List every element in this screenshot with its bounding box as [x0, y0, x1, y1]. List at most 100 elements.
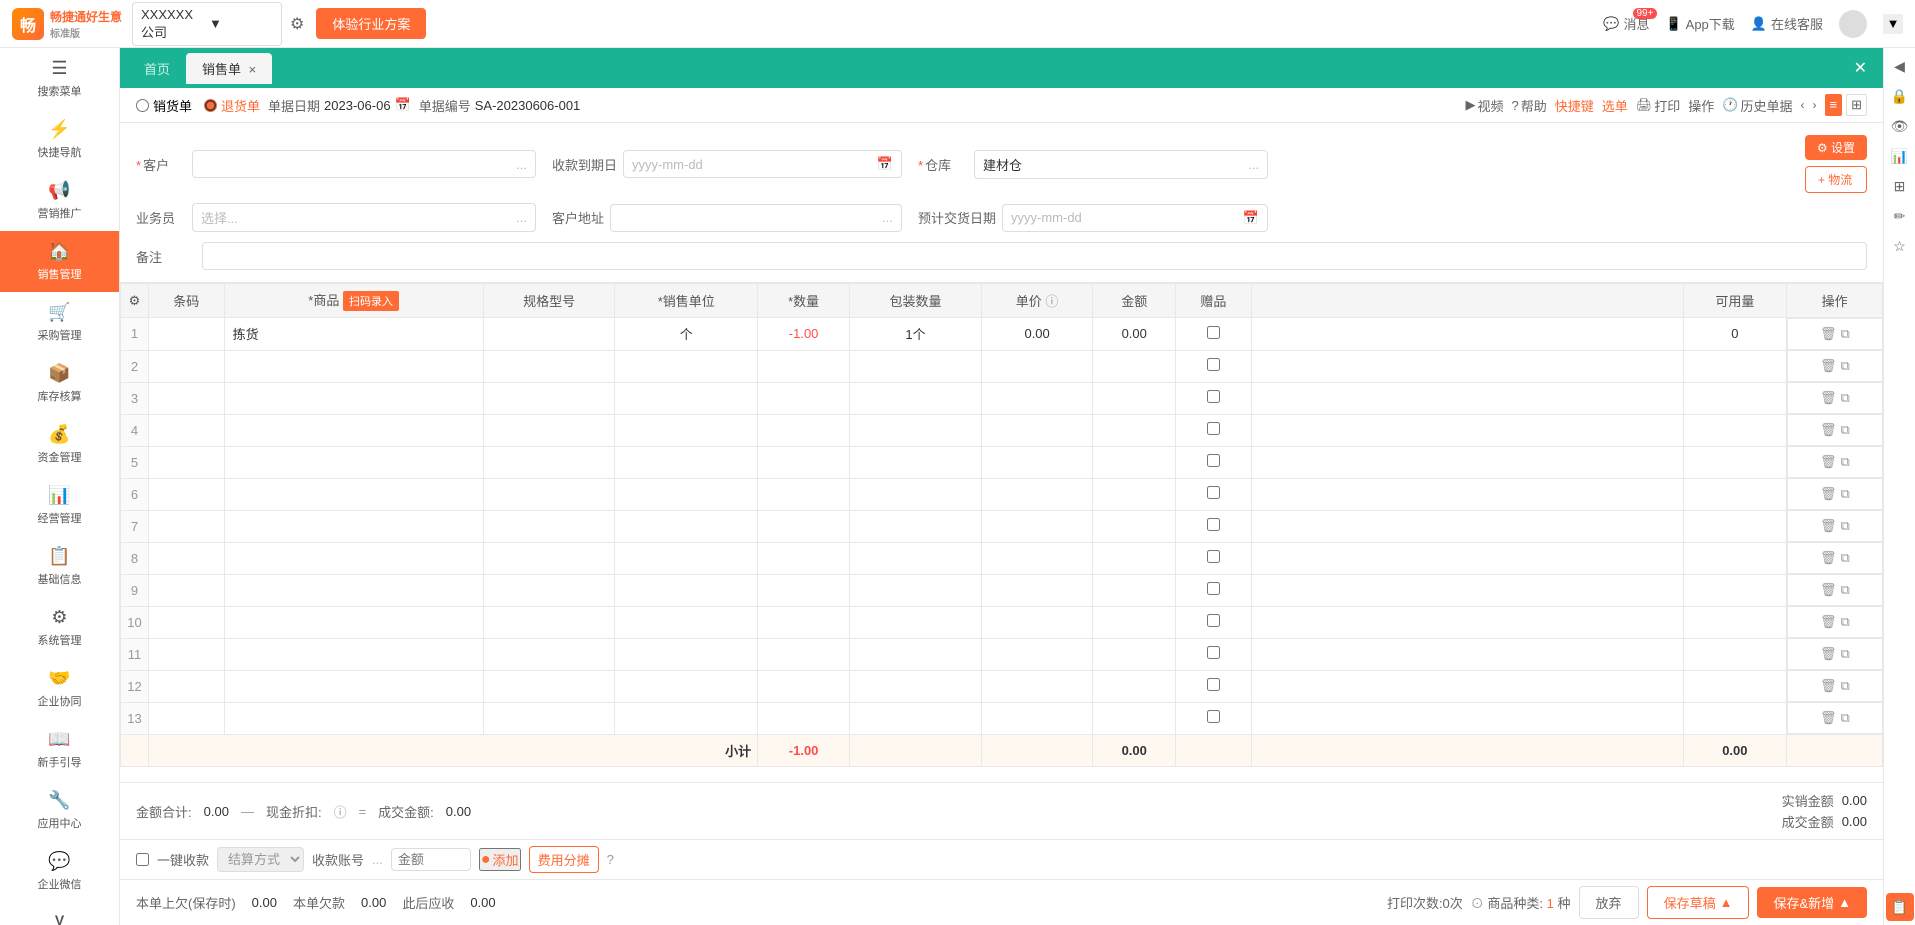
copy-icon[interactable]: ⧉ — [1840, 646, 1849, 662]
grid-view-toggle[interactable]: ⊞ — [1846, 94, 1867, 116]
video-btn[interactable]: ▶ 视频 — [1465, 96, 1503, 115]
expense-info-icon[interactable]: ? — [607, 852, 614, 867]
expected-date-calendar[interactable]: 📅 — [1243, 210, 1259, 226]
copy-icon[interactable]: ⧉ — [1840, 454, 1849, 470]
remark-input[interactable] — [202, 242, 1867, 270]
sidebar-item-search[interactable]: ☰ 搜索菜单 — [0, 48, 119, 109]
sidebar-item-app[interactable]: 🔧 应用中心 — [0, 780, 119, 841]
sidebar-item-finance[interactable]: 💰 资金管理 — [0, 414, 119, 475]
del-icon[interactable]: 🗑 — [1820, 454, 1837, 470]
row-pkgqty-2[interactable] — [850, 350, 982, 382]
row-price-2[interactable] — [981, 350, 1093, 382]
save-draft-btn[interactable]: 保存草稿 ▲ — [1647, 886, 1750, 919]
operate-btn[interactable]: 操作 — [1688, 96, 1714, 115]
row-barcode-2[interactable] — [149, 350, 225, 382]
add-payment-btn[interactable]: ● 添加 — [479, 848, 521, 871]
copy-icon-2[interactable]: ⧉ — [1840, 358, 1849, 374]
sidebar-item-enterprise[interactable]: 🤝 企业协同 — [0, 658, 119, 719]
del-icon[interactable]: 🗑 — [1820, 550, 1837, 566]
del-icon[interactable]: 🗑 — [1820, 518, 1837, 534]
logistics-btn[interactable]: + 物流 — [1805, 166, 1867, 193]
radio-sale[interactable]: 销货单 — [136, 96, 192, 115]
sidebar-item-purchase[interactable]: 🛒 采购管理 — [0, 292, 119, 353]
row-unit-2[interactable] — [615, 350, 758, 382]
customer-addr-input[interactable]: ... — [610, 204, 902, 232]
copy-icon[interactable]: ⧉ — [1840, 550, 1849, 566]
row-gift-1[interactable] — [1176, 318, 1252, 351]
shortcut-btn[interactable]: 快捷键 — [1555, 96, 1594, 115]
delete-icon-2[interactable]: 🗑 — [1820, 358, 1837, 374]
trial-btn[interactable]: 体验行业方案 — [316, 8, 426, 39]
col-settings[interactable]: ⚙ — [121, 284, 149, 318]
addr-dots[interactable]: ... — [882, 210, 893, 225]
select-btn[interactable]: 选单 — [1602, 96, 1628, 115]
price-info-icon[interactable]: ⓘ — [1045, 294, 1058, 309]
del-icon[interactable]: 🗑 — [1820, 646, 1837, 662]
one-click-checkbox[interactable] — [136, 853, 149, 866]
payment-amount-input[interactable] — [391, 848, 471, 871]
sidebar-item-marketing[interactable]: 📢 营销推广 — [0, 170, 119, 231]
warehouse-dots[interactable]: ... — [1248, 157, 1259, 172]
sidebar-item-member[interactable]: V 畅会员 — [0, 902, 119, 925]
radio-return[interactable]: 退货单 — [204, 96, 260, 115]
company-selector[interactable]: XXXXXX公司 ▼ — [132, 2, 282, 46]
discard-btn[interactable]: 放弃 — [1579, 886, 1639, 919]
customer-input[interactable]: ... — [192, 150, 536, 178]
row-gift-2[interactable] — [1176, 350, 1252, 382]
copy-icon[interactable]: ⧉ — [1840, 614, 1849, 630]
row-product-1[interactable]: 拣货 — [224, 318, 483, 351]
rs-collapse-btn[interactable]: ◀ — [1886, 52, 1914, 80]
tab-home[interactable]: 首页 — [128, 53, 186, 84]
message-btn[interactable]: 💬 消息 99+ — [1603, 14, 1649, 33]
del-icon[interactable]: 🗑 — [1820, 614, 1837, 630]
tab-sales-order[interactable]: 销售单 × — [186, 53, 272, 84]
help-btn[interactable]: ? 帮助 — [1511, 96, 1546, 115]
rs-lock-btn[interactable]: 🔒 — [1886, 82, 1914, 110]
warehouse-input[interactable]: 建材仓 ... — [974, 150, 1268, 179]
app-download-btn[interactable]: 📱 App下载 — [1665, 14, 1734, 33]
row-amount-1[interactable]: 0.00 — [1093, 318, 1176, 351]
row-amount-2[interactable] — [1093, 350, 1176, 382]
due-date-input[interactable]: yyyy-mm-dd 📅 — [623, 150, 902, 178]
account-dots[interactable]: ... — [372, 852, 383, 867]
sidebar-item-guide[interactable]: 📖 新手引导 — [0, 719, 119, 780]
discount-info-icon[interactable]: ⓘ — [334, 802, 347, 821]
copy-icon[interactable]: ⧉ — [1840, 582, 1849, 598]
row-barcode-1[interactable] — [149, 318, 225, 351]
del-icon[interactable]: 🗑 — [1820, 678, 1837, 694]
salesperson-input[interactable]: 选择... ... — [192, 203, 536, 232]
salesperson-dots[interactable]: ... — [516, 210, 527, 225]
copy-icon[interactable]: ⧉ — [1840, 518, 1849, 534]
del-icon[interactable]: 🗑 — [1820, 390, 1837, 406]
copy-icon[interactable]: ⧉ — [1840, 678, 1849, 694]
copy-icon[interactable]: ⧉ — [1840, 710, 1849, 726]
row-qty-2[interactable] — [758, 350, 850, 382]
copy-icon[interactable]: ⧉ — [1840, 422, 1849, 438]
row-pkgqty-1[interactable]: 1个 — [850, 318, 982, 351]
window-close-btn[interactable]: ✕ — [1846, 54, 1875, 82]
delete-icon-1[interactable]: 🗑 — [1820, 326, 1837, 342]
row-unit-1[interactable]: 个 — [615, 318, 758, 351]
rs-eye-btn[interactable]: 👁 — [1886, 112, 1914, 140]
sidebar-item-system[interactable]: ⚙ 系统管理 — [0, 597, 119, 658]
save-draft-dropdown-icon[interactable]: ▲ — [1720, 895, 1733, 910]
sidebar-item-wechat[interactable]: 💬 企业微信 — [0, 841, 119, 902]
row-spec-1[interactable] — [483, 318, 615, 351]
del-icon[interactable]: 🗑 — [1820, 422, 1837, 438]
due-date-calendar-icon[interactable]: 📅 — [877, 156, 893, 172]
save-new-dropdown-icon[interactable]: ▲ — [1838, 895, 1851, 910]
history-btn[interactable]: 🕐 历史单据 — [1722, 96, 1792, 115]
customer-dots[interactable]: ... — [516, 157, 527, 172]
payment-method-select[interactable]: 结算方式 — [217, 847, 304, 872]
del-icon[interactable]: 🗑 — [1820, 710, 1837, 726]
product-type-check-icon[interactable]: ⊙ — [1471, 896, 1484, 911]
rs-star-btn[interactable]: ☆ — [1886, 232, 1914, 260]
user-dropdown[interactable]: ▼ — [1883, 14, 1903, 34]
row-qty-1[interactable]: -1.00 — [758, 318, 850, 351]
rs-edit-btn[interactable]: ✏ — [1886, 202, 1914, 230]
print-btn[interactable]: 🖨 打印 — [1636, 96, 1681, 115]
sidebar-item-inventory[interactable]: 📦 库存核算 — [0, 353, 119, 414]
prev-btn[interactable]: ‹ — [1801, 98, 1805, 112]
row-price-1[interactable]: 0.00 — [981, 318, 1093, 351]
calendar-icon[interactable]: 📅 — [395, 97, 411, 113]
